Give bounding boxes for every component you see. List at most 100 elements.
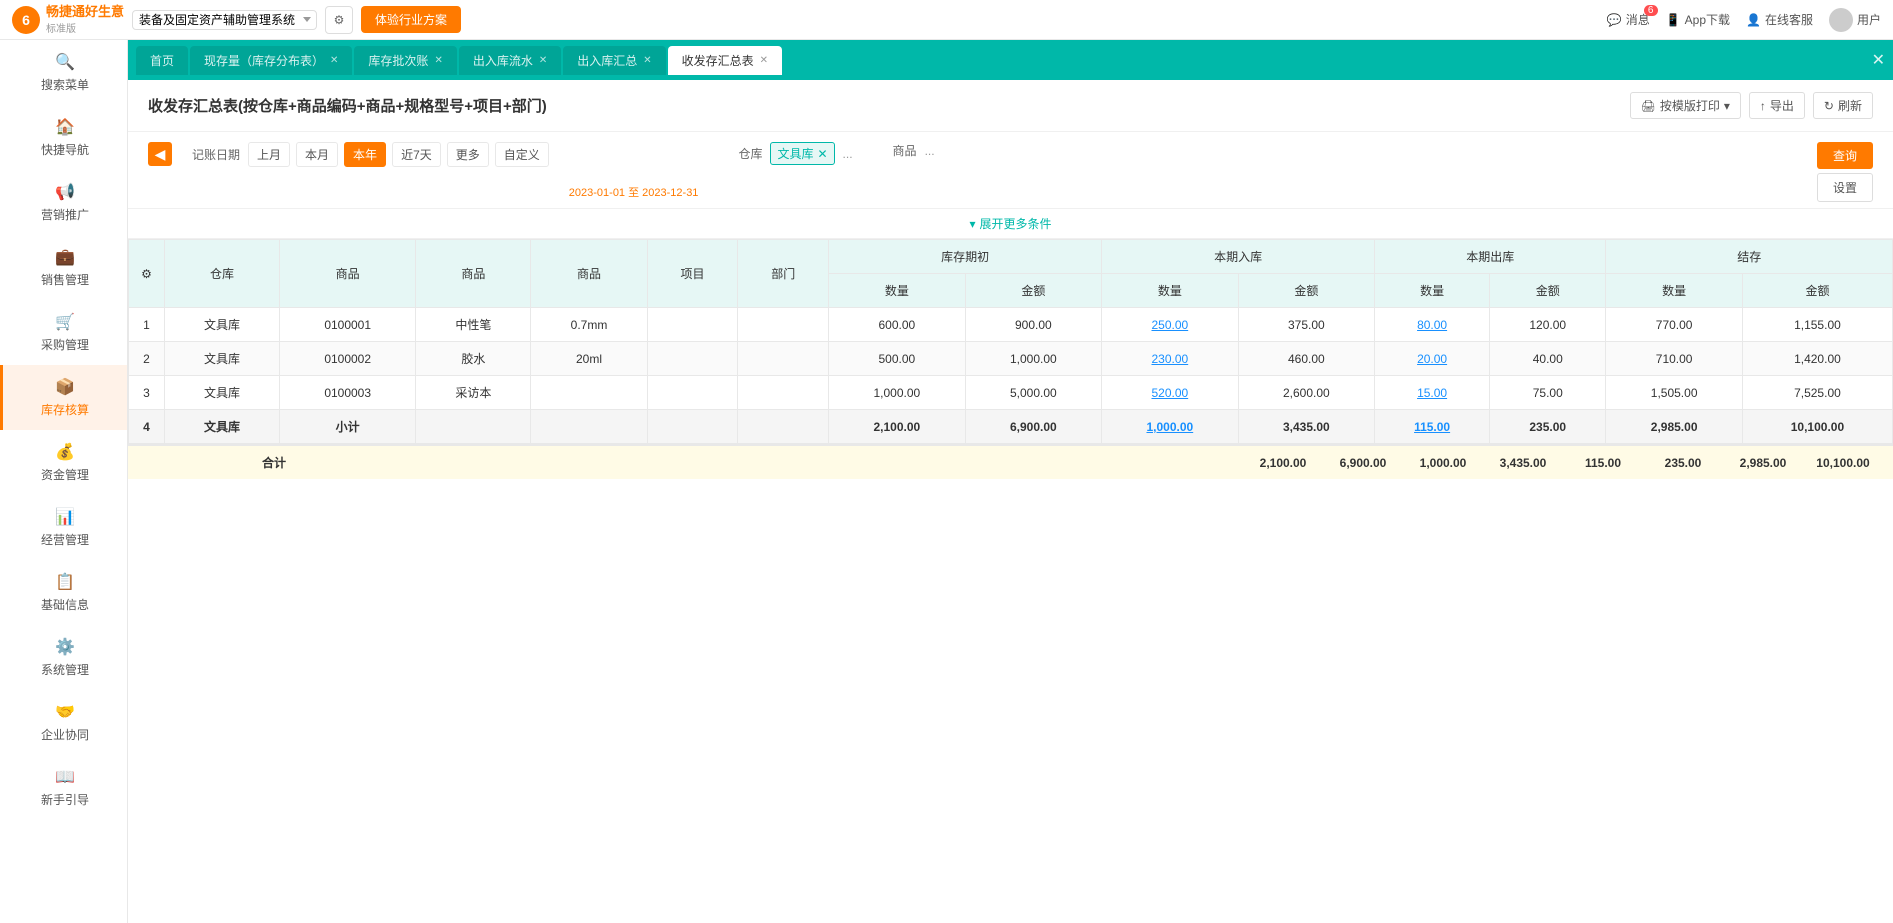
tab-inout-summary-close[interactable]: ✕ — [643, 55, 651, 66]
sidebar-item-purchase[interactable]: 🛒采购管理 — [0, 300, 127, 365]
sidebar-item-sysconfig[interactable]: ⚙️系统管理 — [0, 625, 127, 690]
subtotal-open-qty: 2,100.00 — [829, 410, 966, 444]
gear-button[interactable]: ⚙ — [325, 6, 353, 34]
date-btn-this-year[interactable]: 本年 — [344, 142, 386, 167]
tab-bar: 首页 现存量（库存分布表） ✕ 库存批次账 ✕ 出入库流水 ✕ 出入库汇总 ✕ — [128, 40, 1893, 80]
date-btn-7days[interactable]: 近7天 — [392, 142, 441, 167]
sidebar-item-operations[interactable]: 📊经营管理 — [0, 495, 127, 560]
cell-bal-qty: 1,505.00 — [1606, 376, 1743, 410]
cell-out-amt: 40.00 — [1490, 342, 1606, 376]
user-button[interactable]: 用户 — [1829, 8, 1881, 32]
warehouse-tag[interactable]: 文具库 ✕ — [770, 142, 834, 165]
sidebar-item-sales[interactable]: 💼销售管理 — [0, 235, 127, 300]
date-label: 记账日期 — [192, 146, 240, 163]
system-title-select[interactable]: 装备及固定资产辅助管理系统 — [132, 10, 317, 30]
sysconfig-icon: ⚙️ — [55, 637, 75, 657]
tab-recv-send-summary-label: 收发存汇总表 — [682, 52, 754, 69]
notif-badge: 6 — [1644, 5, 1658, 16]
subtotal-empty3 — [647, 410, 738, 444]
cell-spec: 0.7mm — [531, 308, 647, 342]
sidebar-item-enterprise[interactable]: 🤝企业协同 — [0, 690, 127, 755]
subtotal-empty2 — [531, 410, 647, 444]
tab-inout-flow[interactable]: 出入库流水 ✕ — [459, 46, 561, 75]
sidebar-item-guide[interactable]: 📖新手引导 — [0, 755, 127, 820]
top-bar-right: 💬 消息 6 📱 App下载 👤 在线客服 用户 — [1607, 8, 1881, 32]
cell-num: 3 — [129, 376, 165, 410]
cell-warehouse: 文具库 — [165, 308, 280, 342]
warehouse-label: 仓库 — [738, 145, 762, 162]
cell-out-amt: 120.00 — [1490, 308, 1606, 342]
settings-button[interactable]: 设置 — [1817, 173, 1873, 202]
goods-label: 商品 — [893, 142, 917, 159]
refresh-button[interactable]: ↻ 刷新 — [1813, 92, 1873, 119]
cell-in-qty[interactable]: 250.00 — [1102, 308, 1239, 342]
th-project: 项目 — [647, 240, 738, 308]
cell-in-qty[interactable]: 520.00 — [1102, 376, 1239, 410]
sidebar-item-marketing[interactable]: 📢营销推广 — [0, 170, 127, 235]
export-icon: ↑ — [1760, 99, 1766, 113]
sidebar-label-purchase: 采购管理 — [41, 336, 89, 353]
filter-toggle-button[interactable]: ◀ — [148, 142, 172, 166]
total-out-qty: 115.00 — [1563, 456, 1643, 470]
total-bal-qty: 2,985.00 — [1723, 456, 1803, 470]
cell-in-qty[interactable]: 230.00 — [1102, 342, 1239, 376]
th-dept: 部门 — [738, 240, 829, 308]
sidebar-item-quicknav[interactable]: 🏠快捷导航 — [0, 105, 127, 170]
cell-project — [647, 376, 738, 410]
th-bal-qty: 数量 — [1606, 274, 1743, 308]
date-btn-custom[interactable]: 自定义 — [495, 142, 549, 167]
sidebar-item-search[interactable]: 🔍搜索菜单 — [0, 40, 127, 105]
warehouse-tag-remove[interactable]: ✕ — [817, 147, 827, 161]
date-btn-more[interactable]: 更多 — [447, 142, 489, 167]
cell-dept — [738, 376, 829, 410]
th-settings[interactable]: ⚙ — [129, 240, 165, 308]
goods-more[interactable]: ... — [925, 144, 935, 158]
tab-batch-close[interactable]: ✕ — [434, 55, 442, 66]
app-download-button[interactable]: 📱 App下载 — [1666, 11, 1730, 28]
capital-icon: 💰 — [55, 442, 75, 462]
warehouse-more[interactable]: ... — [843, 147, 853, 161]
date-btn-last-month[interactable]: 上月 — [248, 142, 290, 167]
tab-inout-summary[interactable]: 出入库汇总 ✕ — [563, 46, 665, 75]
tab-close-all[interactable]: ✕ — [1872, 50, 1885, 70]
export-button[interactable]: ↑ 导出 — [1749, 92, 1805, 119]
subtotal-in-qty[interactable]: 1,000.00 — [1102, 410, 1239, 444]
sidebar-label-operations: 经营管理 — [41, 531, 89, 548]
cell-out-qty[interactable]: 80.00 — [1375, 308, 1490, 342]
sidebar-label-inventory: 库存核算 — [41, 401, 89, 418]
date-btn-this-month[interactable]: 本月 — [296, 142, 338, 167]
cell-out-qty[interactable]: 20.00 — [1375, 342, 1490, 376]
expand-button[interactable]: ▾ 展开更多条件 — [969, 215, 1051, 232]
sidebar-item-capital[interactable]: 💰资金管理 — [0, 430, 127, 495]
cell-dept — [738, 342, 829, 376]
tab-stock-dist-close[interactable]: ✕ — [330, 55, 338, 66]
tab-recv-send-summary[interactable]: 收发存汇总表 ✕ — [668, 46, 782, 75]
cell-code: 0100002 — [279, 342, 416, 376]
online-service-button[interactable]: 👤 在线客服 — [1746, 11, 1813, 28]
subtotal-out-qty[interactable]: 115.00 — [1375, 410, 1490, 444]
total-bal-amt: 10,100.00 — [1803, 456, 1883, 470]
sidebar-item-inventory[interactable]: 📦库存核算 — [0, 365, 127, 430]
table-wrapper: ⚙ 仓库 商品 商品 商品 项目 部门 库存期初 本期入库 本期出库 结存 — [128, 239, 1893, 444]
table-row: 2 文具库 0100002 胶水 20ml 500.00 1,000.00 23… — [129, 342, 1893, 376]
tab-stock-dist[interactable]: 现存量（库存分布表） ✕ — [190, 46, 352, 75]
tab-inout-flow-close[interactable]: ✕ — [539, 55, 547, 66]
export-label: 导出 — [1770, 97, 1794, 114]
cell-out-qty[interactable]: 15.00 — [1375, 376, 1490, 410]
cell-open-amt: 1,000.00 — [965, 342, 1102, 376]
date-group: 上月 本月 本年 近7天 更多 自定义 — [248, 142, 549, 167]
subtotal-open-amt: 6,900.00 — [965, 410, 1102, 444]
basicinfo-icon: 📋 — [55, 572, 75, 592]
tab-home[interactable]: 首页 — [136, 46, 188, 75]
print-button[interactable]: 🖨 按模版打印 ▾ — [1630, 92, 1741, 119]
subtotal-empty1 — [416, 410, 531, 444]
notification-button[interactable]: 💬 消息 6 — [1607, 11, 1650, 28]
cell-bal-qty: 710.00 — [1606, 342, 1743, 376]
tab-batch[interactable]: 库存批次账 ✕ — [354, 46, 456, 75]
tab-recv-send-summary-close[interactable]: ✕ — [760, 55, 768, 66]
try-button[interactable]: 体验行业方案 — [361, 6, 461, 33]
cell-out-amt: 75.00 — [1490, 376, 1606, 410]
search-button[interactable]: 查询 — [1817, 142, 1873, 169]
sidebar-item-basicinfo[interactable]: 📋基础信息 — [0, 560, 127, 625]
th-out-amt: 金额 — [1490, 274, 1606, 308]
